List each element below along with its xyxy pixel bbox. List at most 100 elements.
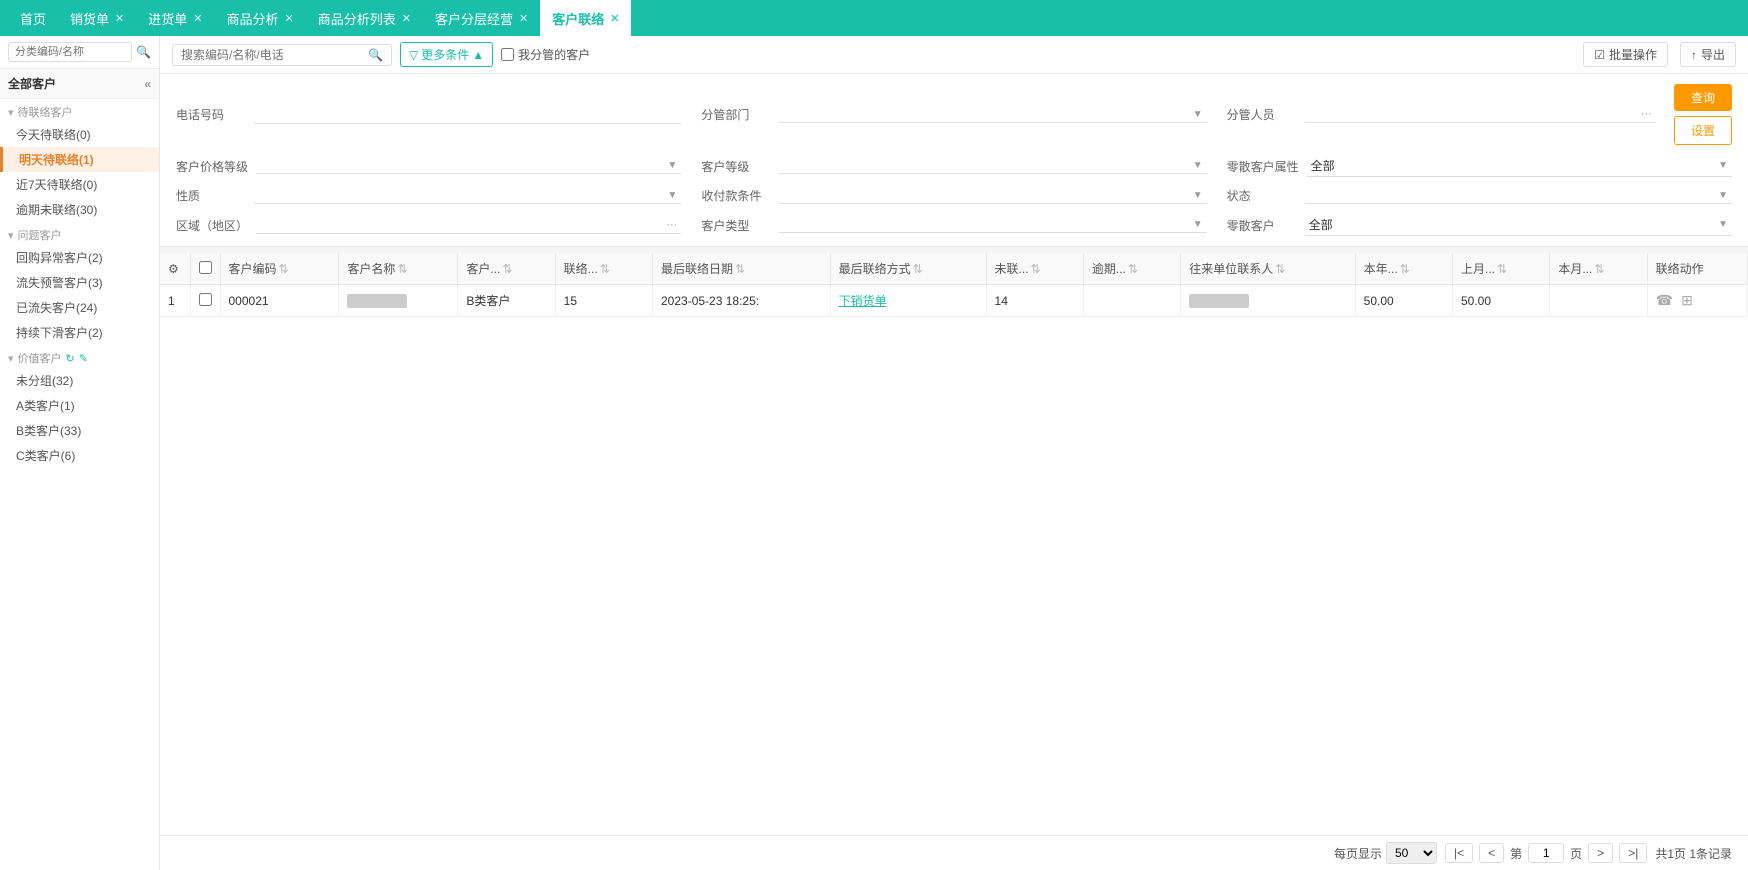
sidebar-item-class-a[interactable]: A类客户(1) xyxy=(0,393,159,418)
col-settings[interactable]: ⚙ xyxy=(160,253,190,285)
my-customers-checkbox-label[interactable]: 我分管的客户 xyxy=(501,46,590,63)
filter-dept-select[interactable]: ▼ xyxy=(779,107,1206,123)
query-button[interactable]: 查询 xyxy=(1674,84,1732,111)
nav-item-product-list[interactable]: 商品分析列表 ✕ xyxy=(306,0,423,36)
row-checkbox[interactable] xyxy=(190,285,220,317)
tmonth-sort-icon[interactable]: ⇅ xyxy=(1594,262,1604,276)
sidebar-item-ungrouped[interactable]: 未分组(32) xyxy=(0,368,159,393)
row-this-year: 50.00 xyxy=(1355,285,1452,317)
filter-region-row: 区域（地区） ··· xyxy=(176,217,681,234)
sidebar-item-tomorrow-pending[interactable]: 明天待联络(1) xyxy=(0,147,159,172)
table-footer: 每页显示 50 100 200 |< < 第 页 > >| 共1页 1条记录 xyxy=(160,835,1748,870)
close-customer-tier-icon[interactable]: ✕ xyxy=(519,12,528,25)
method-sort-icon[interactable]: ⇅ xyxy=(913,262,923,276)
filter-payment-select[interactable]: ▼ xyxy=(779,188,1206,204)
sidebar-collapse-icon[interactable]: « xyxy=(144,77,151,91)
col-action: 联络动作 xyxy=(1647,253,1747,285)
action-icons-group: ☎ ⊞ xyxy=(1656,292,1739,309)
sidebar-item-churned[interactable]: 已流失客户(24) xyxy=(0,295,159,320)
select-all-checkbox[interactable] xyxy=(199,261,212,274)
row-action-phone-icon[interactable]: ☎ xyxy=(1656,292,1673,309)
main-search-input[interactable] xyxy=(181,48,364,62)
sidebar-search-input[interactable] xyxy=(8,42,132,62)
filter-gender-select[interactable]: ▼ xyxy=(254,188,681,204)
pager-first-button[interactable]: |< xyxy=(1445,843,1473,863)
customer-level-chevron-icon: ▼ xyxy=(1193,160,1203,171)
retail-attr-chevron-icon: ▼ xyxy=(1718,160,1728,171)
value-group-edit-icon[interactable]: ✎ xyxy=(79,352,88,365)
year-sort-icon[interactable]: ⇅ xyxy=(1400,262,1410,276)
retail-customer-chevron-icon: ▼ xyxy=(1718,219,1728,230)
person-sort-icon[interactable]: ⇅ xyxy=(1275,262,1285,276)
filter-phone-label: 电话号码 xyxy=(176,106,246,123)
filter-customer-level-label: 客户等级 xyxy=(701,158,771,175)
sidebar-search-area: 🔍 xyxy=(0,36,159,69)
filter-customer-type-row: 客户类型 ▼ xyxy=(701,217,1206,234)
page-number-input[interactable] xyxy=(1528,843,1564,863)
filter-price-level-select[interactable]: ▼ xyxy=(256,158,681,174)
filter-customer-type-select[interactable]: ▼ xyxy=(779,217,1206,233)
row-last-contact-method[interactable]: 下销货单 xyxy=(830,285,986,317)
nav-item-home[interactable]: 首页 xyxy=(8,0,58,36)
sidebar-item-churn-warning[interactable]: 流失预警客户(3) xyxy=(0,270,159,295)
pager-next-button[interactable]: > xyxy=(1588,843,1613,863)
more-filter-button[interactable]: ▽ 更多条件 ▲ xyxy=(400,42,493,67)
close-product-analysis-icon[interactable]: ✕ xyxy=(285,12,294,25)
close-customer-contact-icon[interactable]: ✕ xyxy=(610,12,619,25)
filter-manager-select[interactable]: ··· xyxy=(1305,106,1656,123)
sidebar-item-overdue-pending[interactable]: 逾期未联络(30) xyxy=(0,197,159,222)
contact-count-sort-icon[interactable]: ⇅ xyxy=(600,262,610,276)
type-sort-icon[interactable]: ⇅ xyxy=(502,262,512,276)
main-search-icon[interactable]: 🔍 xyxy=(368,48,383,62)
sidebar-search-icon[interactable]: 🔍 xyxy=(136,45,151,59)
col-checkbox[interactable] xyxy=(190,253,220,285)
col-last-contact-method: 最后联络方式⇅ xyxy=(830,253,986,285)
pager-last-button[interactable]: >| xyxy=(1619,843,1647,863)
value-group-refresh-icon[interactable]: ↻ xyxy=(66,352,75,365)
filter-status-row: 状态 ▼ xyxy=(1227,187,1732,204)
filter-customer-level-select[interactable]: ▼ xyxy=(779,158,1206,174)
filter-phone-input[interactable] xyxy=(254,105,681,124)
row-action-grid-icon[interactable]: ⊞ xyxy=(1681,292,1693,309)
col-contact-count: 联络...⇅ xyxy=(555,253,652,285)
filter-retail-attr-row: 零散客户属性 全部 ▼ xyxy=(1227,155,1732,177)
sidebar-item-abnormal-repurchase[interactable]: 回购异常客户(2) xyxy=(0,245,159,270)
nav-item-product-analysis[interactable]: 商品分析 ✕ xyxy=(214,0,305,36)
row-select-checkbox[interactable] xyxy=(199,293,212,306)
setting-button[interactable]: 设置 xyxy=(1674,116,1732,145)
filter-retail-attr-select[interactable]: 全部 ▼ xyxy=(1307,155,1732,177)
page-size-select[interactable]: 50 100 200 xyxy=(1386,842,1437,864)
sidebar-item-continuous-decline[interactable]: 持续下滑客户(2) xyxy=(0,320,159,345)
close-product-list-icon[interactable]: ✕ xyxy=(402,12,411,25)
sidebar-item-7days-pending[interactable]: 近7天待联络(0) xyxy=(0,172,159,197)
page-size-area: 每页显示 50 100 200 xyxy=(1334,842,1437,864)
close-purchase-icon[interactable]: ✕ xyxy=(193,12,202,25)
filter-region-select[interactable]: ··· xyxy=(256,217,681,234)
date-sort-icon[interactable]: ⇅ xyxy=(735,262,745,276)
sidebar-all-customers-header[interactable]: 全部客户 « xyxy=(0,69,159,99)
top-navigation: 首页 销货单 ✕ 进货单 ✕ 商品分析 ✕ 商品分析列表 ✕ 客户分层经营 ✕ … xyxy=(0,0,1748,36)
filter-dept-row: 分管部门 ▼ xyxy=(701,106,1206,123)
sidebar-item-class-b[interactable]: B类客户(33) xyxy=(0,418,159,443)
pager-prev-button[interactable]: < xyxy=(1479,843,1504,863)
filter-status-label: 状态 xyxy=(1227,187,1297,204)
close-sales-icon[interactable]: ✕ xyxy=(115,12,124,25)
filter-retail-attr-label: 零散客户属性 xyxy=(1227,158,1299,175)
sidebar-item-today-pending[interactable]: 今天待联络(0) xyxy=(0,122,159,147)
nav-item-sales[interactable]: 销货单 ✕ xyxy=(58,0,136,36)
batch-operation-button[interactable]: ☑ 批量操作 xyxy=(1583,42,1668,67)
export-button[interactable]: ↑ 导出 xyxy=(1680,42,1736,67)
uncontacted-sort-icon[interactable]: ⇅ xyxy=(1031,262,1041,276)
name-sort-icon[interactable]: ⇅ xyxy=(397,262,407,276)
status-chevron-icon: ▼ xyxy=(1718,190,1728,201)
overdue-sort-icon[interactable]: ⇅ xyxy=(1128,262,1138,276)
sidebar-item-class-c[interactable]: C类客户(6) xyxy=(0,443,159,468)
lmonth-sort-icon[interactable]: ⇅ xyxy=(1497,262,1507,276)
filter-retail-customer-select[interactable]: 全部 ▼ xyxy=(1305,214,1732,236)
code-sort-icon[interactable]: ⇅ xyxy=(279,262,289,276)
nav-item-customer-tier[interactable]: 客户分层经营 ✕ xyxy=(423,0,540,36)
my-customers-checkbox[interactable] xyxy=(501,48,514,61)
filter-status-select[interactable]: ▼ xyxy=(1305,188,1732,204)
nav-item-customer-contact[interactable]: 客户联络 ✕ xyxy=(540,0,631,36)
nav-item-purchase[interactable]: 进货单 ✕ xyxy=(136,0,214,36)
